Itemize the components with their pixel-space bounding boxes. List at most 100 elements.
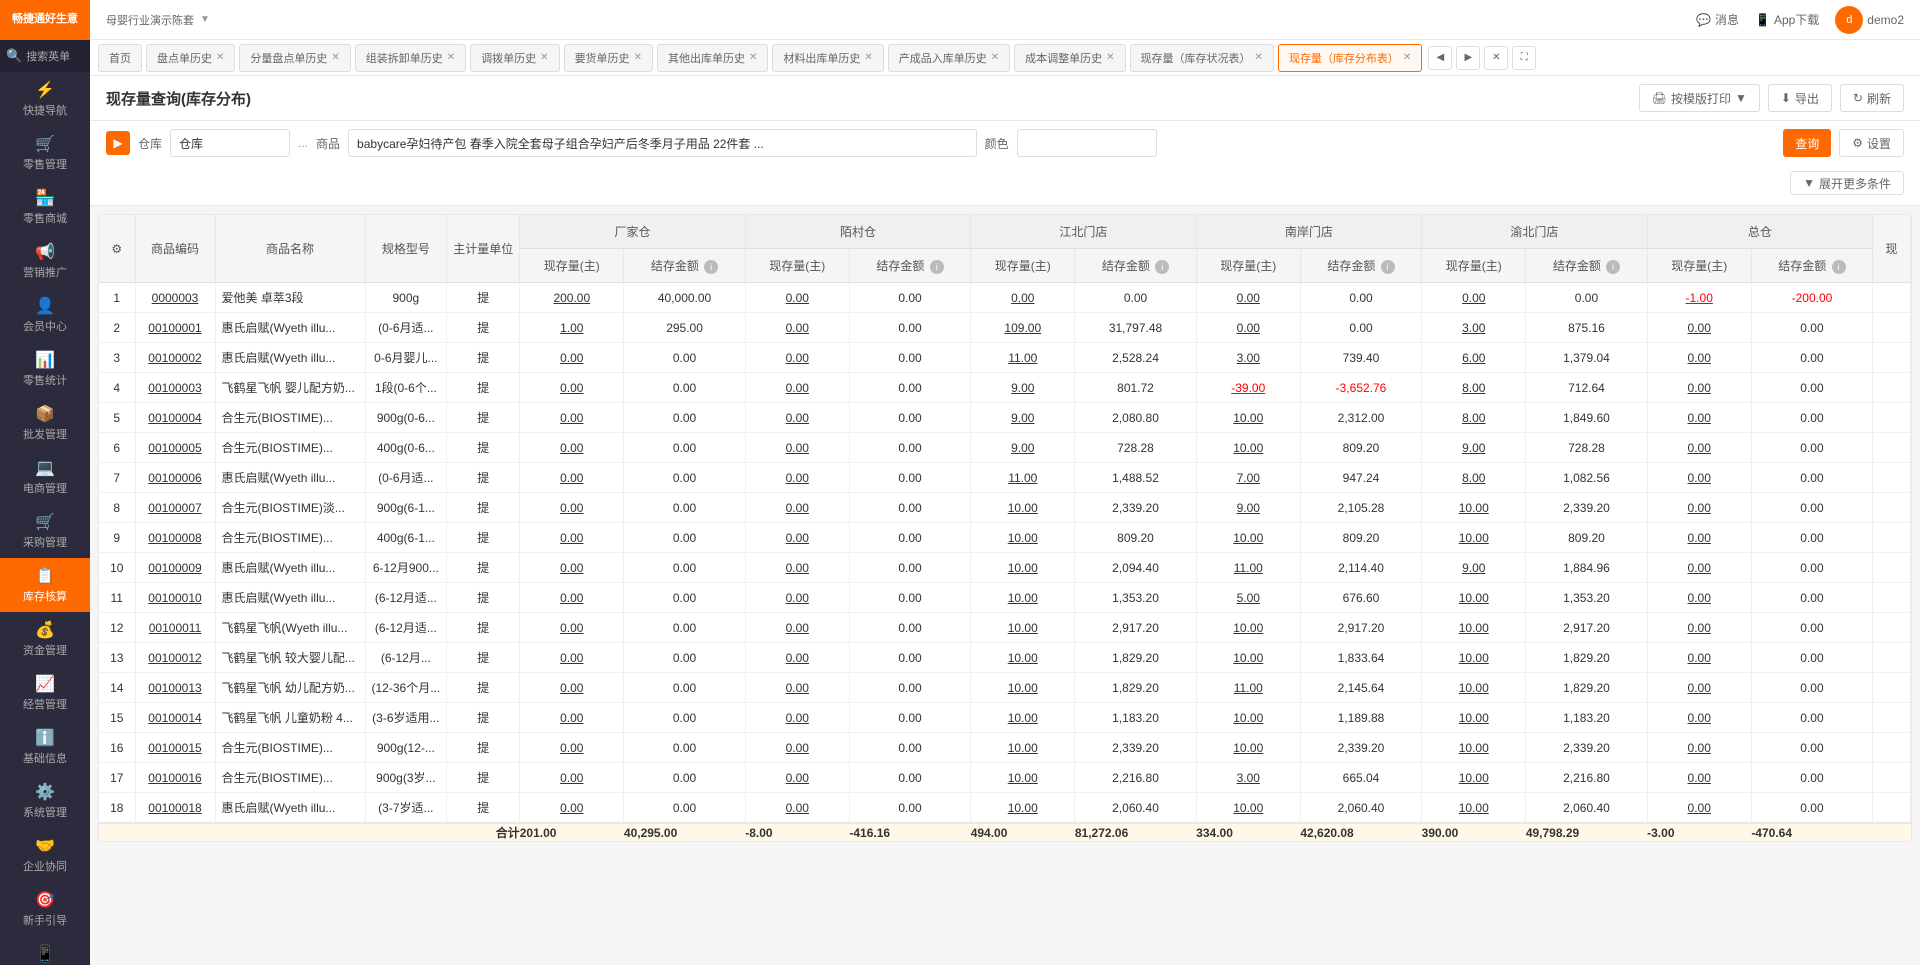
- cell-jb-qty[interactable]: 109.00: [971, 313, 1075, 343]
- cell-yb-qty[interactable]: 10.00: [1422, 583, 1526, 613]
- cell-code[interactable]: 00100003: [135, 373, 215, 403]
- cell-jb-qty[interactable]: 0.00: [971, 283, 1075, 313]
- cell-cj-qty[interactable]: 0.00: [520, 523, 624, 553]
- cell-jb-qty[interactable]: 10.00: [971, 793, 1075, 824]
- cell-na-qty[interactable]: 10.00: [1196, 613, 1300, 643]
- cell-total-qty[interactable]: -1.00: [1647, 283, 1751, 313]
- cell-total-qty[interactable]: 0.00: [1647, 493, 1751, 523]
- cell-jb-qty[interactable]: 10.00: [971, 523, 1075, 553]
- tab-close-split-stock[interactable]: ✕: [331, 52, 339, 63]
- cell-total-qty[interactable]: 0.00: [1647, 463, 1751, 493]
- cell-yb-qty[interactable]: 8.00: [1422, 463, 1526, 493]
- cell-code[interactable]: 00100013: [135, 673, 215, 703]
- sidebar-item-ops[interactable]: 📈 经营管理: [0, 666, 90, 720]
- cell-jb-qty[interactable]: 9.00: [971, 403, 1075, 433]
- tab-close-all-btn[interactable]: ✕: [1484, 46, 1508, 70]
- cell-mc-qty[interactable]: 0.00: [745, 793, 849, 824]
- environment-dropdown[interactable]: 母婴行业演示陈套 ▼: [106, 12, 210, 28]
- sidebar-item-corp-collab[interactable]: 🤝 企业协同: [0, 828, 90, 882]
- message-btn[interactable]: 💬 消息: [1696, 11, 1739, 28]
- cell-yb-qty[interactable]: 0.00: [1422, 283, 1526, 313]
- tab-requisition[interactable]: 要货单历史 ✕: [564, 44, 653, 72]
- cell-cj-qty[interactable]: 0.00: [520, 733, 624, 763]
- warehouse-input[interactable]: [170, 129, 290, 157]
- sidebar-item-ecom[interactable]: 💻 电商管理: [0, 450, 90, 504]
- cell-cj-qty[interactable]: 0.00: [520, 613, 624, 643]
- app-download-btn[interactable]: 📱 App下载: [1755, 11, 1819, 28]
- tab-close-assemble-split[interactable]: ✕: [447, 52, 455, 63]
- tab-close-material-out[interactable]: ✕: [864, 52, 872, 63]
- cell-na-qty[interactable]: 3.00: [1196, 763, 1300, 793]
- cell-code[interactable]: 00100018: [135, 793, 215, 824]
- settings-btn[interactable]: ⚙ 设置: [1839, 129, 1904, 157]
- cell-na-qty[interactable]: 10.00: [1196, 643, 1300, 673]
- expand-filter-btn[interactable]: ▶: [106, 131, 130, 155]
- tab-cost-adjust[interactable]: 成本调整单历史 ✕: [1014, 44, 1125, 72]
- cell-cj-qty[interactable]: 0.00: [520, 673, 624, 703]
- cell-total-qty[interactable]: 0.00: [1647, 613, 1751, 643]
- cell-total-qty[interactable]: 0.00: [1647, 403, 1751, 433]
- cell-yb-qty[interactable]: 9.00: [1422, 553, 1526, 583]
- sidebar-item-base-info[interactable]: ℹ️ 基础信息: [0, 720, 90, 774]
- sidebar-item-shortcut[interactable]: ⚡ 快捷导航: [0, 72, 90, 126]
- cell-cj-qty[interactable]: 0.00: [520, 763, 624, 793]
- cell-cj-qty[interactable]: 0.00: [520, 643, 624, 673]
- sidebar-item-member-center[interactable]: 👤 会员中心: [0, 288, 90, 342]
- cell-yb-qty[interactable]: 10.00: [1422, 673, 1526, 703]
- cell-yb-qty[interactable]: 9.00: [1422, 433, 1526, 463]
- cell-total-qty[interactable]: 0.00: [1647, 763, 1751, 793]
- cell-total-qty[interactable]: 0.00: [1647, 373, 1751, 403]
- tab-close-transfer[interactable]: ✕: [540, 52, 548, 63]
- cell-mc-qty[interactable]: 0.00: [745, 283, 849, 313]
- cell-yb-qty[interactable]: 8.00: [1422, 403, 1526, 433]
- tab-close-other-out[interactable]: ✕: [749, 52, 757, 63]
- cell-code[interactable]: 00100001: [135, 313, 215, 343]
- cell-jb-qty[interactable]: 10.00: [971, 643, 1075, 673]
- cell-total-qty[interactable]: 0.00: [1647, 793, 1751, 824]
- cell-yb-qty[interactable]: 10.00: [1422, 763, 1526, 793]
- cell-jb-qty[interactable]: 10.00: [971, 673, 1075, 703]
- cell-code[interactable]: 00100014: [135, 703, 215, 733]
- cell-yb-qty[interactable]: 3.00: [1422, 313, 1526, 343]
- cell-yb-qty[interactable]: 10.00: [1422, 523, 1526, 553]
- tab-next-btn[interactable]: ▶: [1456, 46, 1480, 70]
- cell-cj-qty[interactable]: 0.00: [520, 373, 624, 403]
- sidebar-item-app-center[interactable]: 📱 应用中心: [0, 936, 90, 965]
- cell-total-qty[interactable]: 0.00: [1647, 433, 1751, 463]
- cell-code[interactable]: 00100016: [135, 763, 215, 793]
- cell-jb-qty[interactable]: 10.00: [971, 613, 1075, 643]
- cell-mc-qty[interactable]: 0.00: [745, 313, 849, 343]
- cell-jb-qty[interactable]: 10.00: [971, 763, 1075, 793]
- sidebar-item-retail-mall[interactable]: 🏪 零售商城: [0, 180, 90, 234]
- cell-na-qty[interactable]: 10.00: [1196, 703, 1300, 733]
- cell-code[interactable]: 00100005: [135, 433, 215, 463]
- sidebar-item-retail-stat[interactable]: 📊 零售统计: [0, 342, 90, 396]
- query-btn[interactable]: 查询: [1783, 129, 1831, 157]
- tab-material-out[interactable]: 材料出库单历史 ✕: [772, 44, 883, 72]
- cell-mc-qty[interactable]: 0.00: [745, 493, 849, 523]
- cell-jb-qty[interactable]: 11.00: [971, 463, 1075, 493]
- cell-mc-qty[interactable]: 0.00: [745, 733, 849, 763]
- tab-close-produce-in[interactable]: ✕: [991, 52, 999, 63]
- refresh-btn[interactable]: ↻ 刷新: [1840, 84, 1904, 112]
- tab-produce-in[interactable]: 产成品入库单历史 ✕: [888, 44, 1010, 72]
- cell-code[interactable]: 00100006: [135, 463, 215, 493]
- cell-mc-qty[interactable]: 0.00: [745, 553, 849, 583]
- cell-na-qty[interactable]: 11.00: [1196, 553, 1300, 583]
- cell-jb-qty[interactable]: 9.00: [971, 433, 1075, 463]
- cell-mc-qty[interactable]: 0.00: [745, 643, 849, 673]
- cell-code[interactable]: 00100009: [135, 553, 215, 583]
- export-btn[interactable]: ⬇ 导出: [1768, 84, 1832, 112]
- cell-jb-qty[interactable]: 10.00: [971, 703, 1075, 733]
- cell-yb-qty[interactable]: 10.00: [1422, 703, 1526, 733]
- cell-total-qty[interactable]: 0.00: [1647, 673, 1751, 703]
- cell-jb-qty[interactable]: 10.00: [971, 553, 1075, 583]
- cell-jb-qty[interactable]: 10.00: [971, 493, 1075, 523]
- tab-home[interactable]: 首页: [98, 44, 142, 72]
- cell-mc-qty[interactable]: 0.00: [745, 433, 849, 463]
- cell-code[interactable]: 00100004: [135, 403, 215, 433]
- tab-close-stock-status[interactable]: ✕: [1255, 52, 1263, 63]
- tab-stock-status-table[interactable]: 现存量（库存状况表） ✕: [1130, 44, 1274, 72]
- cell-total-qty[interactable]: 0.00: [1647, 703, 1751, 733]
- tab-transfer[interactable]: 调拨单历史 ✕: [470, 44, 559, 72]
